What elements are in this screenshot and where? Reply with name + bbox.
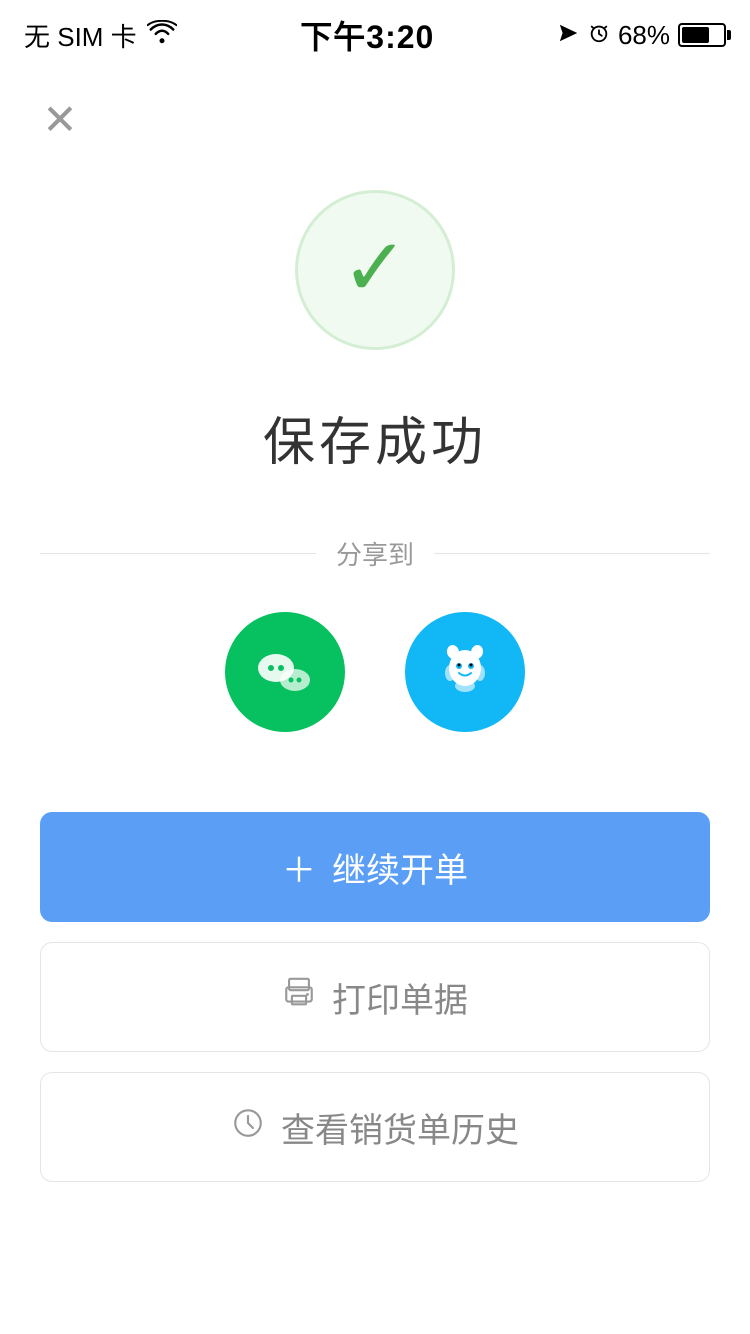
share-icons-container bbox=[225, 612, 525, 732]
location-icon bbox=[558, 20, 580, 51]
history-button[interactable]: 查看销货单历史 bbox=[40, 1072, 710, 1182]
close-icon: ✕ bbox=[42, 99, 77, 141]
share-wechat-button[interactable] bbox=[225, 612, 345, 732]
plus-icon: ＋ bbox=[282, 843, 316, 892]
status-left: 无 SIM 卡 bbox=[24, 17, 177, 54]
alarm-icon bbox=[588, 20, 610, 51]
wifi-icon bbox=[147, 20, 177, 51]
battery-percent: 68% bbox=[618, 20, 670, 51]
divider-line-left bbox=[40, 553, 316, 554]
wechat-icon bbox=[251, 638, 319, 706]
main-content: ✓ 保存成功 分享到 bbox=[0, 170, 750, 1334]
success-circle: ✓ bbox=[295, 190, 455, 350]
divider-line-right bbox=[434, 553, 710, 554]
checkmark-icon: ✓ bbox=[341, 228, 408, 308]
continue-label: 继续开单 bbox=[332, 843, 468, 892]
print-button[interactable]: 打印单据 bbox=[40, 942, 710, 1052]
status-right: 68% bbox=[558, 20, 726, 51]
qq-icon bbox=[431, 638, 499, 706]
status-time: 下午3:20 bbox=[300, 12, 434, 58]
battery-icon bbox=[678, 23, 726, 47]
success-title: 保存成功 bbox=[263, 400, 487, 475]
printer-icon bbox=[282, 976, 316, 1019]
share-label: 分享到 bbox=[336, 535, 414, 572]
share-divider: 分享到 bbox=[40, 535, 710, 572]
share-qq-button[interactable] bbox=[405, 612, 525, 732]
close-button[interactable]: ✕ bbox=[30, 90, 90, 150]
status-bar: 无 SIM 卡 下午3:20 68% bbox=[0, 0, 750, 70]
sim-text: 无 SIM 卡 bbox=[24, 17, 137, 54]
continue-button[interactable]: ＋ 继续开单 bbox=[40, 812, 710, 922]
clock-icon bbox=[231, 1106, 265, 1149]
history-label: 查看销货单历史 bbox=[281, 1103, 519, 1152]
print-label: 打印单据 bbox=[332, 973, 468, 1022]
